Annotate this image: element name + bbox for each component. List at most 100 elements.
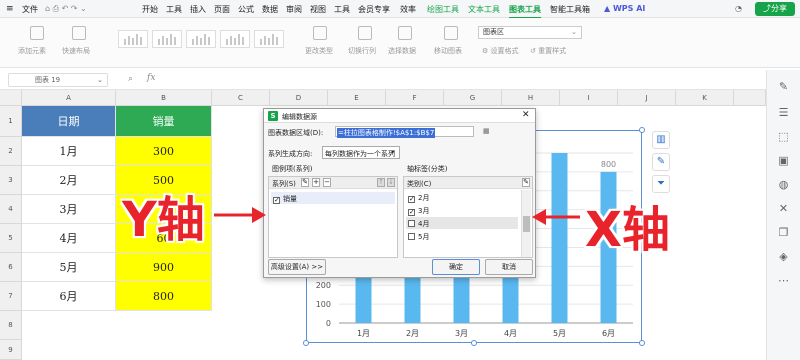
row-header[interactable]: 9 bbox=[0, 340, 22, 360]
menu-view[interactable]: 视图 bbox=[310, 4, 326, 15]
category-checkbox[interactable]: ✓ bbox=[408, 196, 415, 203]
wps-ai-button[interactable]: ▲ WPS AI bbox=[604, 4, 645, 13]
date-cell[interactable]: 3月 bbox=[22, 195, 116, 224]
quick-layout-icon[interactable] bbox=[72, 26, 86, 40]
ok-button[interactable]: 确定 bbox=[432, 259, 480, 275]
zoom-icon[interactable]: ⌕ bbox=[128, 74, 133, 84]
corner-cell[interactable] bbox=[0, 90, 22, 106]
more-icon[interactable]: ⋯ bbox=[777, 274, 790, 287]
dialog-titlebar[interactable]: S 编辑数据源 ✕ bbox=[264, 109, 535, 123]
quick-layout-button[interactable]: 快速布局 bbox=[62, 46, 90, 56]
share-button[interactable]: ⤴分享 bbox=[755, 2, 795, 16]
category-item[interactable]: 5月 bbox=[406, 230, 518, 242]
add-element-button[interactable]: 添加元素 bbox=[18, 46, 46, 56]
sales-cell[interactable]: 900 bbox=[116, 253, 212, 282]
date-cell[interactable]: 2月 bbox=[22, 166, 116, 195]
tab-smart-toolbox[interactable]: 智能工具箱 bbox=[550, 4, 590, 15]
properties-icon[interactable]: ☰ bbox=[777, 106, 790, 119]
close-icon[interactable]: ✕ bbox=[522, 110, 530, 120]
category-scrollbar[interactable] bbox=[521, 190, 531, 257]
edit-series-icon[interactable]: ✎ bbox=[301, 178, 309, 187]
menu-efficiency[interactable]: 效率 bbox=[400, 4, 416, 15]
category-item[interactable]: ✓ 2月 bbox=[406, 191, 518, 203]
advanced-settings-button[interactable]: 高级设置(A) >> bbox=[268, 259, 326, 275]
column-header-blank[interactable] bbox=[734, 90, 766, 106]
date-cell[interactable]: 4月 bbox=[22, 224, 116, 253]
tab-drawing-tools[interactable]: 绘图工具 bbox=[427, 4, 459, 15]
column-header[interactable]: J bbox=[618, 90, 676, 106]
scrollbar-thumb[interactable] bbox=[523, 216, 530, 232]
row-header[interactable]: 7 bbox=[0, 282, 22, 311]
row-header[interactable]: 2 bbox=[0, 137, 22, 166]
column-header[interactable]: C bbox=[212, 90, 270, 106]
select-data-button[interactable]: 选择数据 bbox=[388, 46, 416, 56]
column-header[interactable]: I bbox=[560, 90, 618, 106]
resize-handle[interactable] bbox=[639, 340, 645, 346]
series-dir-select[interactable]: 每列数据作为一个系列 ▾ bbox=[322, 146, 400, 159]
row-header[interactable]: 6 bbox=[0, 253, 22, 282]
tools-icon[interactable]: ✕ bbox=[777, 202, 790, 215]
column-header[interactable]: E bbox=[328, 90, 386, 106]
row-header[interactable]: 4 bbox=[0, 195, 22, 224]
chart-elements-icon[interactable]: ▥ bbox=[652, 131, 670, 149]
range-input[interactable]: =柱拉图表格制作!$A$1:$B$7 bbox=[335, 126, 474, 138]
column-header[interactable]: D bbox=[270, 90, 328, 106]
row-header[interactable]: 5 bbox=[0, 224, 22, 253]
date-cell[interactable]: 5月 bbox=[22, 253, 116, 282]
chart-style-thumb-2[interactable] bbox=[152, 30, 182, 48]
column-header[interactable]: G bbox=[444, 90, 502, 106]
chart-style-thumb-1[interactable] bbox=[118, 30, 148, 48]
tab-chart-tools[interactable]: 图表工具 bbox=[509, 4, 541, 19]
sales-cell[interactable]: 300 bbox=[116, 137, 212, 166]
sales-cell[interactable]: 800 bbox=[116, 282, 212, 311]
column-header[interactable]: B bbox=[116, 90, 212, 106]
menu-member[interactable]: 会员专享 bbox=[358, 4, 390, 15]
menu-insert[interactable]: 插入 bbox=[190, 4, 206, 15]
menu-tools[interactable]: 工具 bbox=[166, 4, 182, 15]
resize-handle[interactable] bbox=[639, 127, 645, 133]
move-down-icon[interactable]: ↓ bbox=[387, 178, 395, 187]
cancel-button[interactable]: 取消 bbox=[485, 259, 533, 275]
move-up-icon[interactable]: ↑ bbox=[377, 178, 385, 187]
category-checkbox[interactable] bbox=[408, 233, 415, 240]
edit-category-icon[interactable]: ✎ bbox=[522, 178, 530, 187]
reset-style-button[interactable]: ↺ 重置样式 bbox=[530, 46, 566, 56]
cube-icon[interactable]: ◈ bbox=[777, 250, 790, 263]
column-header[interactable]: A bbox=[22, 90, 116, 106]
select-data-icon[interactable] bbox=[398, 26, 412, 40]
resize-handle[interactable] bbox=[471, 340, 477, 346]
menu-tools-2[interactable]: 工具 bbox=[334, 4, 350, 15]
category-checkbox[interactable]: ✓ bbox=[408, 209, 415, 216]
add-series-icon[interactable]: + bbox=[312, 178, 320, 187]
bell-icon[interactable]: ◔ bbox=[735, 4, 742, 13]
column-header[interactable]: F bbox=[386, 90, 444, 106]
category-checkbox[interactable] bbox=[408, 220, 415, 227]
date-cell[interactable]: 6月 bbox=[22, 282, 116, 311]
range-picker-icon[interactable]: ▦ bbox=[483, 127, 490, 135]
menu-start[interactable]: 开始 bbox=[142, 4, 158, 15]
fx-icon[interactable]: fx bbox=[147, 73, 155, 83]
category-item[interactable]: ✓ 3月 bbox=[406, 204, 518, 216]
column-header[interactable]: H bbox=[502, 90, 560, 106]
chart-area-select[interactable]: 图表区 ⌄ bbox=[478, 26, 582, 39]
category-item[interactable]: 4月 bbox=[406, 217, 518, 229]
image-icon[interactable]: ▣ bbox=[777, 154, 790, 167]
chart-style-thumb-3[interactable] bbox=[186, 30, 216, 48]
header-cell-date[interactable]: 日期 bbox=[22, 106, 116, 137]
menu-page[interactable]: 页面 bbox=[214, 4, 230, 15]
menu-file[interactable]: 文件 bbox=[22, 4, 38, 15]
series-checkbox[interactable]: ✓ bbox=[273, 197, 280, 204]
date-cell[interactable]: 1月 bbox=[22, 137, 116, 166]
row-header[interactable]: 3 bbox=[0, 166, 22, 195]
remove-series-icon[interactable]: − bbox=[323, 178, 331, 187]
menu-data[interactable]: 数据 bbox=[262, 4, 278, 15]
switch-rowcol-icon[interactable] bbox=[358, 26, 372, 40]
quick-access-icons[interactable]: ⌂ ⎙ ↶ ↷ ⌄ bbox=[45, 4, 87, 14]
menu-formula[interactable]: 公式 bbox=[238, 4, 254, 15]
tab-text-tools[interactable]: 文本工具 bbox=[468, 4, 500, 15]
menu-review[interactable]: 审阅 bbox=[286, 4, 302, 15]
row-header[interactable]: 8 bbox=[0, 311, 22, 340]
change-type-button[interactable]: 更改类型 bbox=[305, 46, 333, 56]
move-chart-button[interactable]: 移动图表 bbox=[434, 46, 462, 56]
name-box[interactable]: 图表 19 ⌄ bbox=[8, 73, 108, 87]
